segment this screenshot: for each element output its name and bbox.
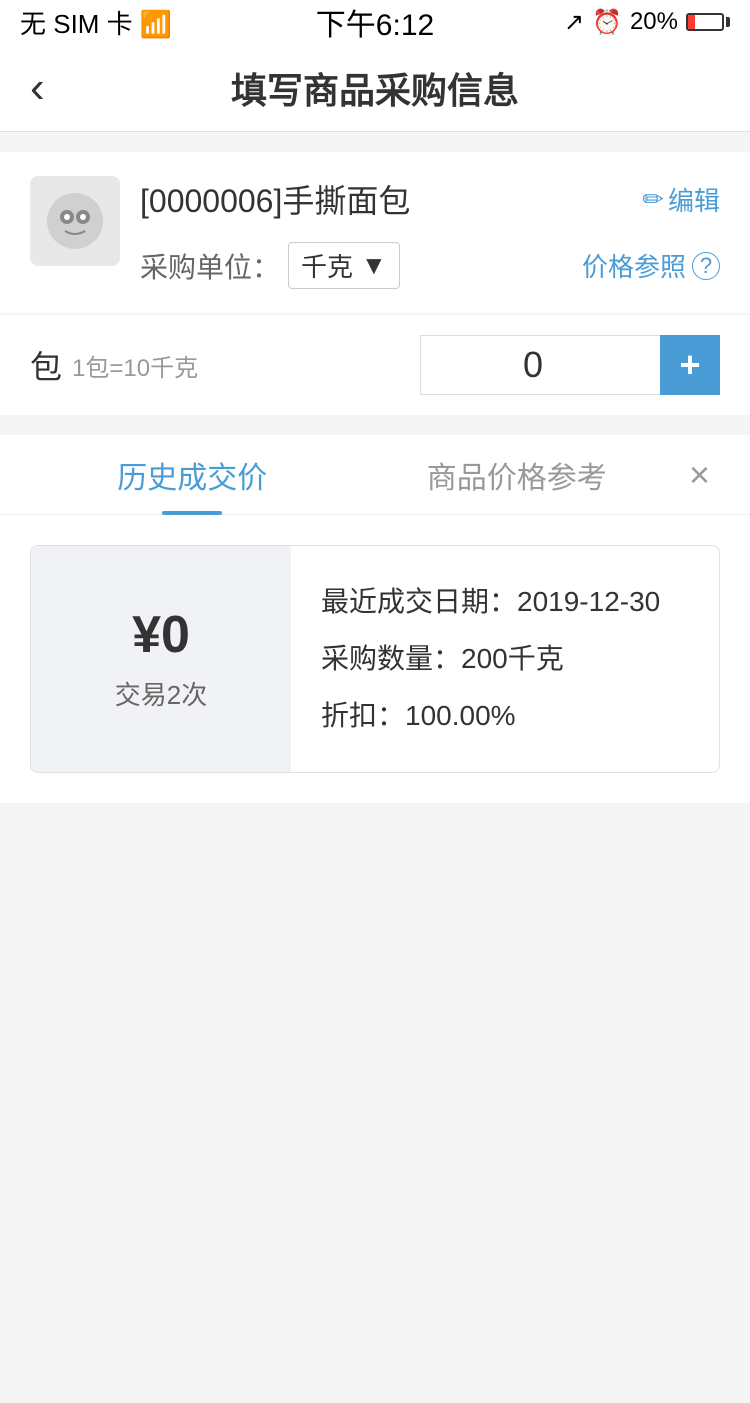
edit-label: 编辑 [668, 181, 720, 218]
dropdown-icon: ▼ [361, 250, 387, 281]
unit-select[interactable]: 千克 ▼ [288, 242, 400, 289]
tab-history-price-label: 历史成交价 [117, 453, 267, 497]
status-right: ↗ ⏰ 20% [564, 8, 730, 37]
tab-product-price-reference-label: 商品价格参考 [427, 453, 607, 497]
history-card: ¥0 交易2次 最近成交日期：2019-12-30 采购数量：200千克 折扣：… [30, 545, 720, 773]
edit-button[interactable]: ✏ 编辑 [642, 181, 720, 218]
product-name: [0000006]手撕面包 [140, 176, 410, 222]
tabs-header: 历史成交价 商品价格参考 × [0, 435, 750, 515]
detail-date-label: 最近成交日期： [321, 586, 517, 617]
status-left: 无 SIM 卡 📶 [20, 4, 172, 41]
detail-discount-value: 100.00% [405, 700, 516, 731]
battery-icon [686, 13, 730, 31]
help-icon: ? [692, 252, 720, 280]
history-detail-quantity: 采购数量：200千克 [321, 639, 689, 678]
history-content: ¥0 交易2次 最近成交日期：2019-12-30 采购数量：200千克 折扣：… [0, 515, 750, 803]
price-reference-button[interactable]: 价格参照 ? [582, 247, 720, 284]
quantity-unit: 包 [30, 342, 62, 388]
battery-percent: 20% [630, 8, 678, 36]
alarm-icon: ⏰ [592, 8, 622, 37]
history-trades: 交易2次 [115, 675, 207, 712]
history-detail-discount: 折扣：100.00% [321, 696, 689, 735]
history-right: 最近成交日期：2019-12-30 采购数量：200千克 折扣：100.00% [291, 546, 719, 772]
status-time: 下午6:12 [316, 0, 434, 44]
quantity-plus-button[interactable]: + [660, 335, 720, 395]
price-value: 0 [161, 606, 190, 664]
main-background [0, 803, 750, 1403]
product-thumbnail [30, 176, 120, 266]
currency-symbol: ¥ [132, 606, 161, 664]
product-card: [0000006]手撕面包 ✏ 编辑 采购单位： 千克 ▼ 价格参照 ? [0, 152, 750, 313]
detail-quantity-label: 采购数量： [321, 643, 461, 674]
detail-quantity-value: 200千克 [461, 643, 564, 674]
quantity-input-group: + [420, 335, 720, 395]
quantity-input[interactable] [420, 335, 660, 395]
unit-label: 采购单位： [140, 246, 280, 286]
product-info: [0000006]手撕面包 ✏ 编辑 采购单位： 千克 ▼ 价格参照 ? [140, 176, 720, 289]
edit-icon: ✏ [642, 184, 664, 215]
tabs-close-button[interactable]: × [679, 454, 720, 496]
history-left: ¥0 交易2次 [31, 546, 291, 772]
back-button[interactable]: ‹ [30, 66, 45, 110]
quantity-row: 包 1包=10千克 + [0, 315, 750, 415]
tab-history-price[interactable]: 历史成交价 [30, 435, 354, 515]
tabs-panel: 历史成交价 商品价格参考 × ¥0 交易2次 最近成交日期：2019-12-30… [0, 435, 750, 803]
unit-value: 千克 [301, 247, 353, 284]
location-icon: ↗ [564, 8, 584, 37]
quantity-conversion: 1包=10千克 [72, 348, 198, 383]
nav-bar: ‹ 填写商品采购信息 [0, 44, 750, 132]
detail-discount-label: 折扣： [321, 700, 405, 731]
status-bar: 无 SIM 卡 📶 下午6:12 ↗ ⏰ 20% [0, 0, 750, 44]
detail-date-value: 2019-12-30 [517, 586, 660, 617]
price-ref-label: 价格参照 [582, 247, 686, 284]
history-price: ¥0 [132, 605, 190, 665]
tab-product-price-reference[interactable]: 商品价格参考 [354, 435, 678, 515]
page-title: 填写商品采购信息 [231, 62, 519, 114]
history-detail-date: 最近成交日期：2019-12-30 [321, 582, 689, 621]
